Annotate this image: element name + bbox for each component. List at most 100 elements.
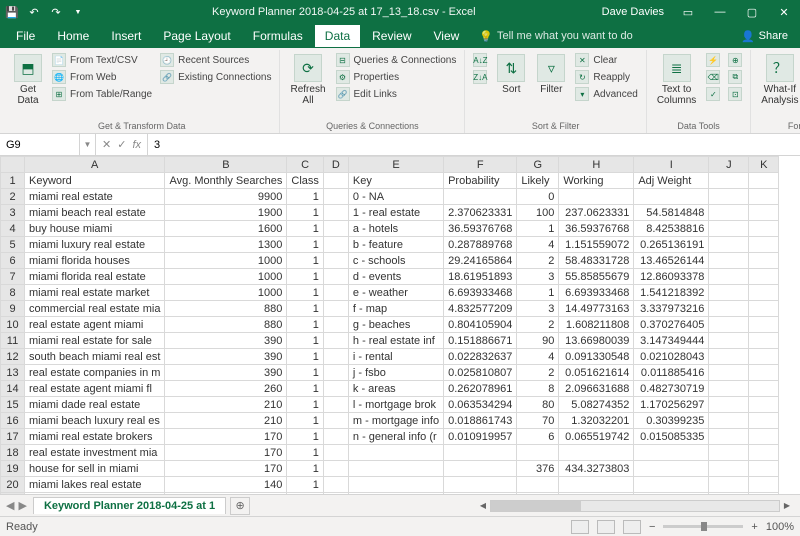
cell[interactable]	[517, 477, 559, 493]
cell[interactable]: 3	[517, 301, 559, 317]
cell[interactable]	[444, 477, 517, 493]
share-button[interactable]: 👤Share	[741, 30, 794, 43]
row-header[interactable]: 12	[1, 349, 25, 365]
cell[interactable]	[749, 461, 779, 477]
cell[interactable]: d - events	[348, 269, 443, 285]
cell[interactable]	[709, 237, 749, 253]
cell[interactable]: 1	[287, 269, 324, 285]
cell[interactable]: 0.065519742	[559, 429, 634, 445]
cell[interactable]: 1	[287, 381, 324, 397]
row-header[interactable]: 7	[1, 269, 25, 285]
cell[interactable]	[709, 205, 749, 221]
cell[interactable]: 4.832577209	[444, 301, 517, 317]
cell[interactable]: 1	[287, 493, 324, 495]
cell[interactable]: 29.24165864	[444, 253, 517, 269]
cell[interactable]: 880	[165, 301, 287, 317]
tab-view[interactable]: View	[424, 25, 470, 47]
qat-dropdown-icon[interactable]: ▼	[70, 4, 86, 20]
cell[interactable]: miami dade real estate	[25, 397, 165, 413]
cell[interactable]	[709, 493, 749, 495]
advanced-filter-button[interactable]: ▾Advanced	[573, 86, 639, 102]
cell[interactable]: 260	[165, 381, 287, 397]
cell[interactable]	[323, 221, 348, 237]
column-header-C[interactable]: C	[287, 157, 324, 173]
cell[interactable]: 54.5814848	[634, 205, 709, 221]
cell[interactable]: 1	[287, 285, 324, 301]
cell[interactable]	[323, 445, 348, 461]
zoom-in-button[interactable]: +	[751, 521, 757, 533]
text-to-columns-button[interactable]: ≣Text to Columns	[653, 52, 700, 108]
cell[interactable]: 170	[165, 445, 287, 461]
tab-home[interactable]: Home	[47, 25, 99, 47]
cell[interactable]: Class	[287, 173, 324, 189]
cell[interactable]: 0.015085335	[634, 429, 709, 445]
data-model-button[interactable]: ⊡	[726, 86, 744, 102]
cell[interactable]: 2	[517, 317, 559, 333]
cell[interactable]: 390	[165, 365, 287, 381]
row-header[interactable]: 13	[1, 365, 25, 381]
save-icon[interactable]: 💾	[4, 4, 20, 20]
row-header[interactable]: 15	[1, 397, 25, 413]
cell[interactable]	[749, 301, 779, 317]
name-box-dropdown-icon[interactable]: ▼	[80, 134, 96, 155]
cell[interactable]: 210	[165, 397, 287, 413]
cell[interactable]	[323, 317, 348, 333]
from-text-csv-button[interactable]: 📄From Text/CSV	[50, 52, 154, 68]
whatif-button[interactable]: ？What-If Analysis	[757, 52, 800, 108]
cell[interactable]: 58.48331728	[559, 253, 634, 269]
cell[interactable]: 14.49773163	[559, 301, 634, 317]
cell[interactable]: 1.608211808	[559, 317, 634, 333]
tab-file[interactable]: File	[6, 25, 45, 47]
cell[interactable]	[749, 429, 779, 445]
row-header[interactable]: 19	[1, 461, 25, 477]
cell[interactable]: miami luxury real estate	[25, 237, 165, 253]
data-validation-button[interactable]: ✓	[704, 86, 722, 102]
cell[interactable]: 1	[287, 317, 324, 333]
cell[interactable]: e - weather	[348, 285, 443, 301]
row-header[interactable]: 2	[1, 189, 25, 205]
cell[interactable]	[709, 173, 749, 189]
cell[interactable]: m - mortgage info	[348, 413, 443, 429]
cell[interactable]: 0.011885416	[634, 365, 709, 381]
zoom-out-button[interactable]: −	[649, 521, 655, 533]
cell[interactable]: k - areas	[348, 381, 443, 397]
cell[interactable]	[323, 365, 348, 381]
tab-formulas[interactable]: Formulas	[243, 25, 313, 47]
cell[interactable]: 1.170256297	[634, 397, 709, 413]
cell[interactable]: 0.022832637	[444, 349, 517, 365]
cell[interactable]	[709, 221, 749, 237]
cell[interactable]	[634, 477, 709, 493]
cell[interactable]: 1000	[165, 253, 287, 269]
cell[interactable]	[749, 493, 779, 495]
cell[interactable]: j - fsbo	[348, 365, 443, 381]
cell[interactable]: Key	[348, 173, 443, 189]
user-name[interactable]: Dave Davies	[602, 6, 664, 18]
cell[interactable]: miami beach real estate	[25, 205, 165, 221]
horizontal-scrollbar[interactable]: ◀ ▶	[250, 500, 800, 512]
sheet-tab[interactable]: Keyword Planner 2018-04-25 at 1	[33, 497, 226, 514]
filter-button[interactable]: ▿Filter	[533, 52, 569, 97]
cell[interactable]: n - general info (r	[348, 429, 443, 445]
cell[interactable]	[323, 381, 348, 397]
cell[interactable]	[634, 493, 709, 495]
prev-sheet-icon[interactable]: ◀	[6, 499, 14, 512]
row-header[interactable]: 6	[1, 253, 25, 269]
cell[interactable]: 1	[287, 477, 324, 493]
cell[interactable]	[709, 285, 749, 301]
cell[interactable]: 6.693933468	[444, 285, 517, 301]
cell[interactable]: 0.265136191	[634, 237, 709, 253]
remove-dup-button[interactable]: ⌫	[704, 69, 722, 85]
cell[interactable]	[323, 429, 348, 445]
cell[interactable]: Adj Weight	[634, 173, 709, 189]
cell[interactable]: 170	[165, 461, 287, 477]
cell[interactable]	[634, 461, 709, 477]
cell[interactable]	[323, 477, 348, 493]
cell[interactable]: 100	[517, 205, 559, 221]
cell[interactable]: 210	[165, 413, 287, 429]
cell[interactable]: Likely	[517, 173, 559, 189]
cell[interactable]: 1	[287, 461, 324, 477]
cell[interactable]	[709, 445, 749, 461]
cell[interactable]	[323, 397, 348, 413]
cell[interactable]	[517, 445, 559, 461]
cell[interactable]: h - real estate inf	[348, 333, 443, 349]
